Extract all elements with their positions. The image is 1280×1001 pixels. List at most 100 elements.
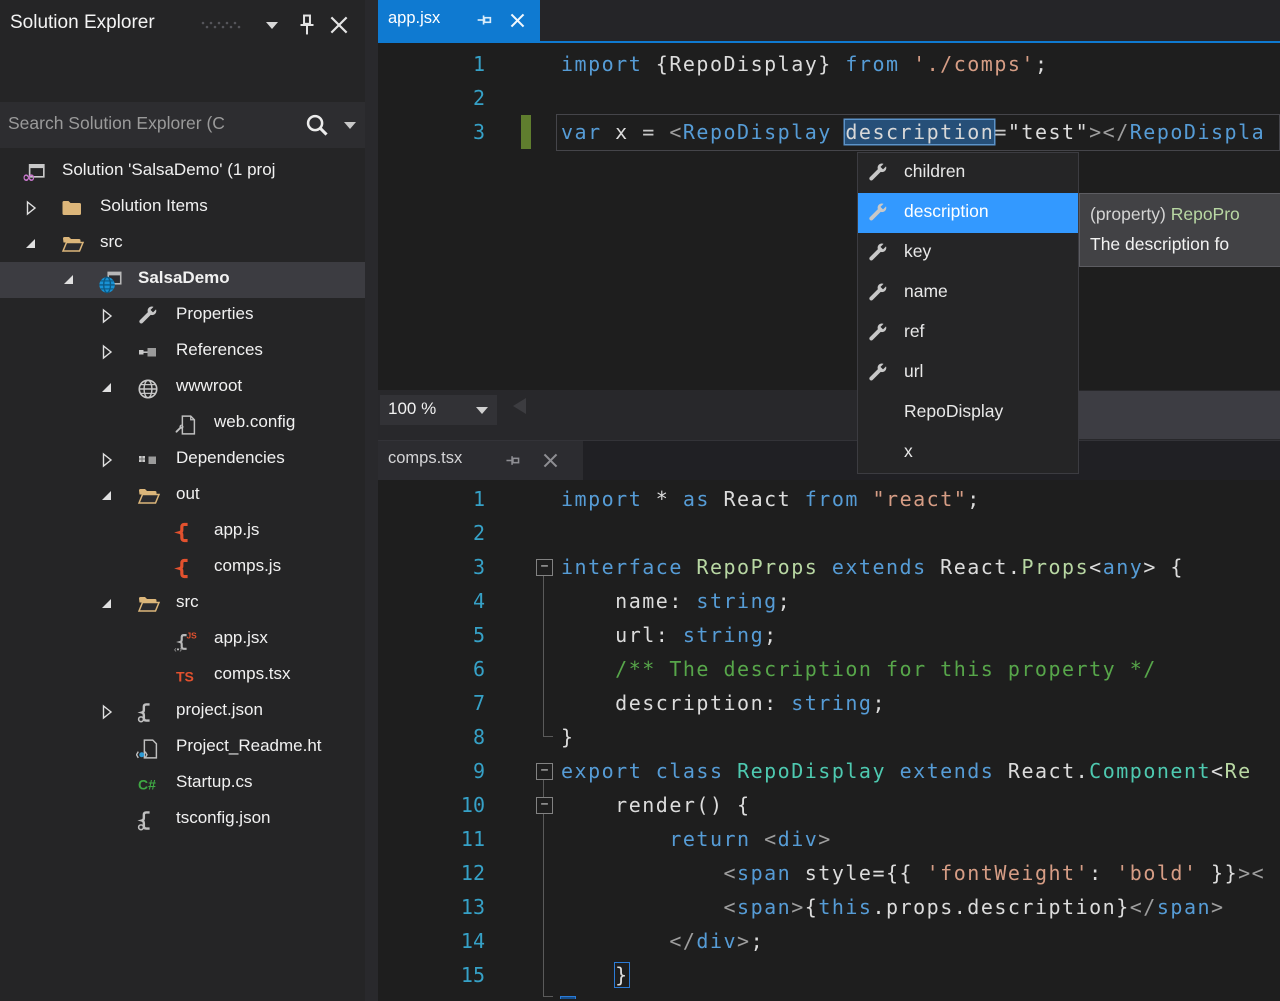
completion-item-repodisplay[interactable]: RepoDisplay (858, 393, 1078, 433)
code-text: var x = <RepoDisplay description="test">… (561, 115, 1265, 149)
code-line-4: 4 name: string; (378, 584, 1280, 618)
folder-open-icon (136, 485, 161, 507)
tree-item-solution-items[interactable]: Solution Items (0, 190, 365, 226)
code-line-2: 2 (378, 81, 1280, 115)
code-line-15: 15 } (378, 958, 1280, 992)
tree-item-salsademo[interactable]: SalsaDemo (0, 262, 365, 298)
tree-item-wwwroot[interactable]: wwwroot (0, 370, 365, 406)
expander-expanded-icon[interactable] (98, 595, 116, 613)
completion-item-key[interactable]: key (858, 233, 1078, 273)
tree-item-project-readme-ht[interactable]: Project_Readme.ht (0, 730, 365, 766)
expander-expanded-icon[interactable] (98, 487, 116, 505)
tree-item-label: Startup.cs (176, 772, 253, 792)
tree-item-properties[interactable]: Properties (0, 298, 365, 334)
line-number: 10 (378, 788, 485, 822)
tree-item-dependencies[interactable]: Dependencies (0, 442, 365, 478)
expander-collapsed-icon[interactable] (98, 307, 116, 325)
tree-item-out[interactable]: out (0, 478, 365, 514)
completion-item-name[interactable]: name (858, 273, 1078, 313)
close-icon[interactable] (327, 13, 351, 37)
tab-close-icon[interactable] (541, 451, 560, 470)
code-line-16: 16} (378, 992, 1280, 999)
tree-item-label: src (100, 232, 123, 252)
editor-bottom-bar: 100 % (378, 390, 1280, 440)
completion-item-children[interactable]: children (858, 153, 1078, 193)
line-number: 12 (378, 856, 485, 890)
drag-grip-icon (200, 20, 252, 30)
completion-item-x[interactable]: x (858, 433, 1078, 473)
tab-comps-tsx[interactable]: comps.tsx (378, 441, 583, 481)
tree-item-tsconfig-json[interactable]: tsconfig.json (0, 802, 365, 838)
solution-explorer-search[interactable]: Search Solution Explorer (C (0, 102, 365, 148)
completion-item-ref[interactable]: ref (858, 313, 1078, 353)
fold-collapse-icon[interactable]: − (536, 763, 553, 780)
svg-text:∞: ∞ (22, 167, 36, 185)
folder-closed-icon (60, 197, 84, 219)
tree-item-label: web.config (214, 412, 295, 432)
code-text: <span style={{ 'fontWeight': 'bold' }}>< (561, 856, 1265, 890)
code-editor-comps-tsx[interactable]: 1import * as React from "react";23−inter… (378, 480, 1280, 999)
solution-icon: ∞ (22, 161, 46, 185)
code-text: } (561, 958, 629, 992)
tree-item-app-jsx[interactable]: JS‹•›app.jsx (0, 622, 365, 658)
line-number: 8 (378, 720, 485, 754)
tree-item-web-config[interactable]: web.config (0, 406, 365, 442)
wrench-icon (866, 202, 888, 224)
code-line-8: 8} (378, 720, 1280, 754)
dependencies-icon (136, 449, 160, 471)
json-file-icon (136, 809, 159, 833)
tooltip-description: The description fo (1090, 229, 1280, 259)
tree-item-src[interactable]: src (0, 226, 365, 262)
tree-item-solution-salsademo-1-proj[interactable]: ∞Solution 'SalsaDemo' (1 proj (0, 154, 365, 190)
tab-pin-icon[interactable] (503, 451, 522, 470)
tree-item-comps-js[interactable]: comps.js (0, 550, 365, 586)
completion-item-description[interactable]: description (858, 193, 1078, 233)
pin-icon[interactable] (294, 12, 320, 38)
completion-item-url[interactable]: url (858, 353, 1078, 393)
tree-item-label: References (176, 340, 263, 360)
line-number: 9 (378, 754, 485, 788)
tree-item-app-js[interactable]: app.js (0, 514, 365, 550)
line-number: 15 (378, 958, 485, 992)
line-number: 6 (378, 652, 485, 686)
hscroll-left-arrow[interactable] (513, 398, 526, 414)
search-options-chevron-icon[interactable] (344, 122, 356, 129)
html-file-icon (136, 737, 159, 761)
code-text: url: string; (561, 618, 778, 652)
tree-item-references[interactable]: References (0, 334, 365, 370)
tree-item-src[interactable]: src (0, 586, 365, 622)
tree-item-label: SalsaDemo (138, 268, 230, 288)
tree-item-startup-cs[interactable]: C#Startup.cs (0, 766, 365, 802)
tab-label: app.jsx (388, 9, 440, 28)
expander-expanded-icon[interactable] (98, 379, 116, 397)
expander-expanded-icon[interactable] (60, 271, 78, 289)
expander-collapsed-icon[interactable] (22, 199, 40, 217)
fold-collapse-icon[interactable]: − (536, 797, 553, 814)
search-icon[interactable] (303, 111, 331, 139)
tab-close-icon[interactable] (508, 11, 527, 30)
window-menu-chevron-icon[interactable] (266, 22, 278, 29)
code-line-13: 13 <span>{this.props.description}</span> (378, 890, 1280, 924)
completion-item-label: RepoDisplay (904, 401, 1003, 422)
expander-collapsed-icon[interactable] (98, 703, 116, 721)
zoom-level-select[interactable]: 100 % (380, 395, 497, 425)
search-input[interactable]: Search Solution Explorer (C (8, 113, 303, 134)
svg-text:TS: TS (176, 669, 194, 685)
tree-item-label: app.js (214, 520, 259, 540)
fold-collapse-icon[interactable]: − (536, 559, 553, 576)
tree-item-label: comps.js (214, 556, 281, 576)
completion-item-label: x (904, 441, 913, 462)
tree-item-label: Solution Items (100, 196, 208, 216)
expander-expanded-icon[interactable] (22, 235, 40, 253)
tree-item-comps-tsx[interactable]: TScomps.tsx (0, 658, 365, 694)
expander-collapsed-icon[interactable] (98, 343, 116, 361)
solution-tree[interactable]: ∞Solution 'SalsaDemo' (1 proj Solution It… (0, 154, 365, 838)
code-text: } (561, 992, 575, 999)
tree-item-project-json[interactable]: project.json (0, 694, 365, 730)
expander-collapsed-icon[interactable] (98, 451, 116, 469)
tab-pin-icon[interactable] (474, 10, 494, 30)
code-line-7: 7 description: string; (378, 686, 1280, 720)
panel-splitter[interactable] (365, 0, 378, 1001)
completion-item-label: children (904, 161, 965, 182)
tab-app-jsx[interactable]: app.jsx (378, 0, 540, 41)
